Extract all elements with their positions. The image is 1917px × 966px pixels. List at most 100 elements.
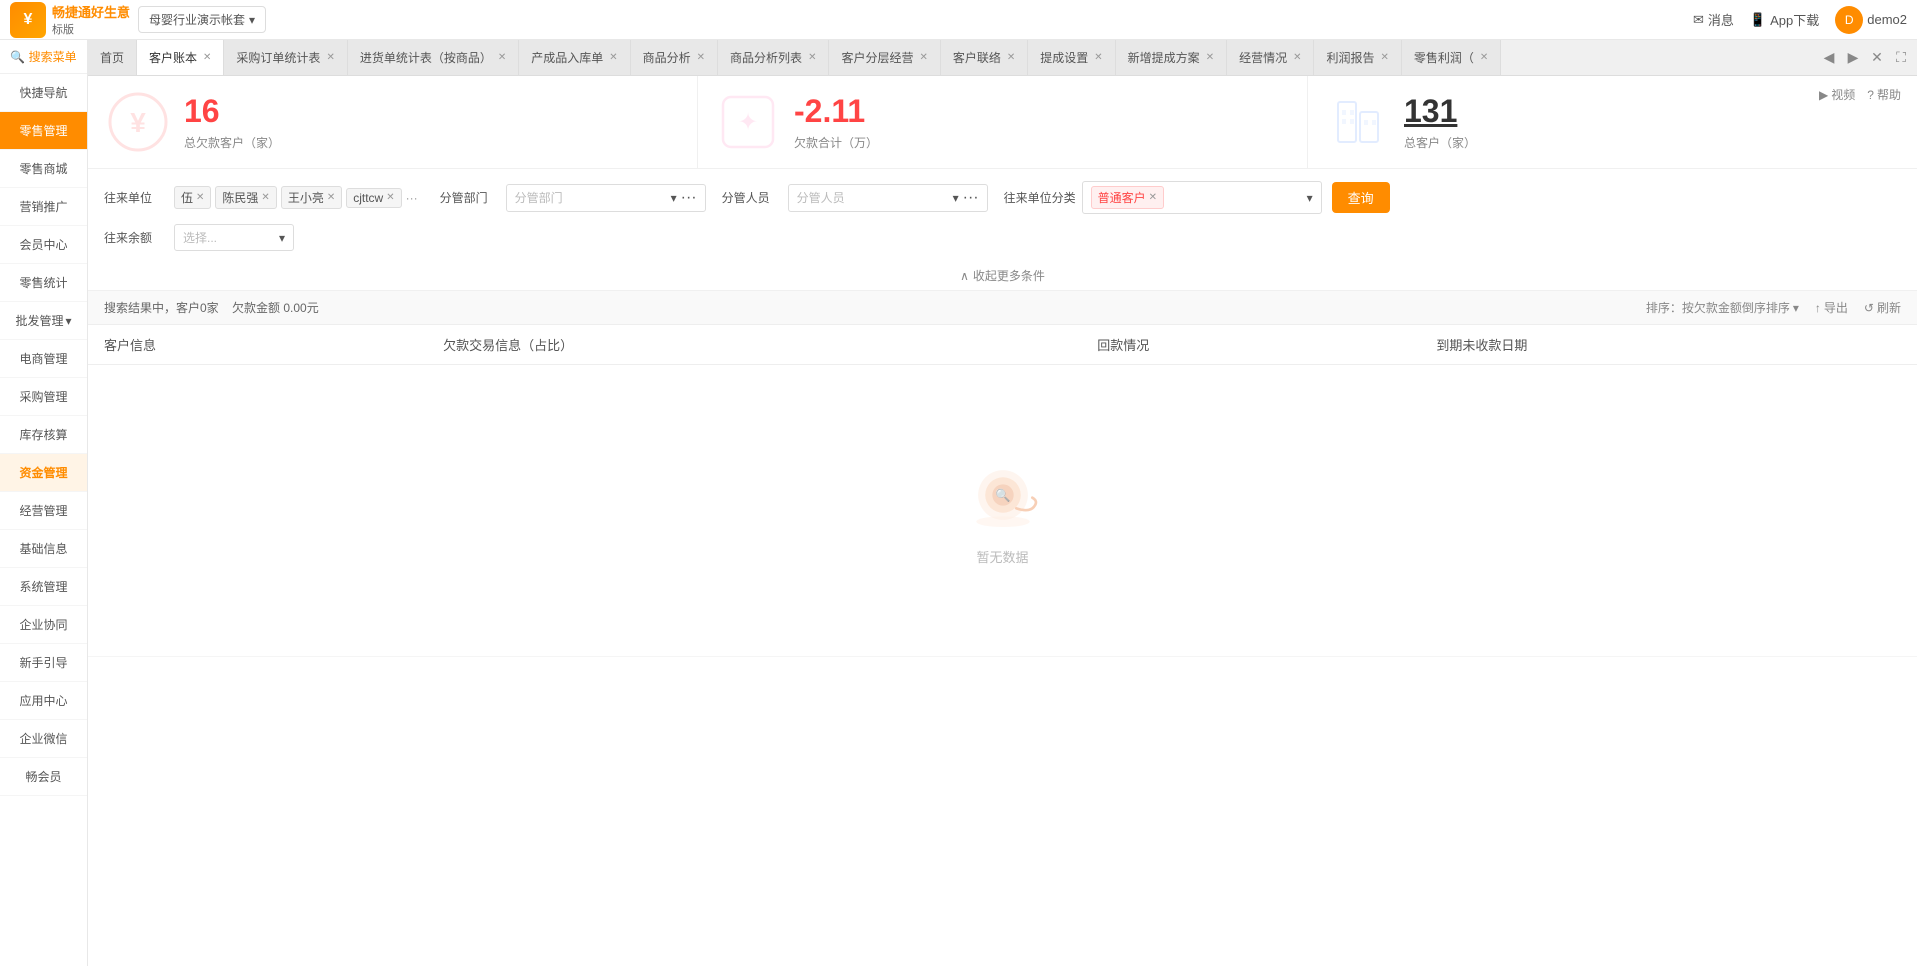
tab-close-icon[interactable]: ✕ [1381,52,1389,63]
empty-state: 🔍 暂无数据 [104,375,1901,646]
sort-label[interactable]: 排序：按欠款金额倒序排序 ▾ [1646,299,1799,316]
data-table: 客户信息 欠款交易信息（占比） 回款情况 到期未收款日期 [88,325,1917,657]
tag-close-chen[interactable]: ✕ [261,192,269,203]
tab-operations[interactable]: 经营情况 ✕ [1227,40,1314,75]
help-link[interactable]: ? 帮助 [1867,86,1901,103]
play-icon: ▶ [1819,88,1828,102]
video-link[interactable]: ▶ 视频 [1819,86,1855,103]
main-layout: 🔍 搜索菜单 快捷导航 零售管理 零售商城 营销推广 会员中心 零售统计 批发管… [0,40,1917,966]
tag-close-normal-customer[interactable]: ✕ [1149,192,1157,203]
tab-add-commission[interactable]: 新增提成方案 ✕ [1116,40,1227,75]
sidebar-item-marketing[interactable]: 营销推广 [0,188,87,226]
more-icon: ··· [681,189,697,207]
tab-close-icon[interactable]: ✕ [1206,52,1214,63]
sidebar-item-quick-nav[interactable]: 快捷导航 [0,74,87,112]
results-bar: 搜索结果中，客户0家 欠款金额 0.00元 排序：按欠款金额倒序排序 ▾ ↑ 导… [88,291,1917,325]
svg-text:¥: ¥ [130,107,146,138]
tab-close-icon[interactable]: ✕ [1094,52,1102,63]
sidebar-item-member-center[interactable]: 会员中心 [0,226,87,264]
tab-close-all-button[interactable]: ✕ [1867,48,1887,68]
tab-product-instock[interactable]: 产成品入库单 ✕ [519,40,630,75]
tab-commission-settings[interactable]: 提成设置 ✕ [1028,40,1115,75]
sidebar-item-ecommerce[interactable]: 电商管理 [0,340,87,378]
tab-bar: 首页 客户账本 ✕ 采购订单统计表 ✕ 进货单统计表（按商品） ✕ 产成品入库单… [88,40,1917,76]
tab-close-icon[interactable]: ✕ [326,52,334,63]
filter-select-person[interactable]: 分管人员 ▾ ··· [788,184,988,212]
sidebar-item-retail-mall[interactable]: 零售商城 [0,150,87,188]
filter-more-units[interactable]: ··· [406,191,418,205]
user-profile[interactable]: D demo2 [1835,6,1907,34]
tab-retail-profit[interactable]: 零售利润（ ✕ [1402,40,1501,75]
collapse-button[interactable]: ∧ 收起更多条件 [104,261,1901,290]
col-overdue-trade-info: 欠款交易信息（占比） [427,325,1081,365]
sidebar-item-finance-mgmt[interactable]: 资金管理 [0,454,87,492]
store-select[interactable]: 母婴行业演示帐套 ▾ [138,6,266,33]
sidebar-item-newbie-guide[interactable]: 新手引导 [0,644,87,682]
tab-close-icon[interactable]: ✕ [498,52,506,63]
sidebar-item-retail-stats[interactable]: 零售统计 [0,264,87,302]
app-download-button[interactable]: 📱 App下载 [1750,10,1819,29]
tab-goods-instock-stats[interactable]: 进货单统计表（按商品） ✕ [348,40,519,75]
svg-text:🔍: 🔍 [995,486,1011,502]
tab-close-icon[interactable]: ✕ [203,52,211,63]
tab-close-icon[interactable]: ✕ [808,52,816,63]
col-customer-info: 客户信息 [88,325,427,365]
filter-select-dept[interactable]: 分管部门 ▾ ··· [506,184,706,212]
stat-value-total-customers: 131 [1404,93,1476,130]
tab-close-icon[interactable]: ✕ [609,52,617,63]
filter-select-unit-class[interactable]: 普通客户 ✕ ▾ [1082,181,1322,214]
filter-area: 往来单位 伍 ✕ 陈民强 ✕ 王小亮 ✕ [88,169,1917,291]
tab-maximize-button[interactable]: ⛶ [1891,48,1911,68]
stat-values-total: 131 总客户（家） [1404,93,1476,151]
query-button[interactable]: 查询 [1332,182,1390,213]
tab-profit-report[interactable]: 利润报告 ✕ [1314,40,1401,75]
tab-scroll-right-button[interactable]: ▶ [1843,48,1863,68]
top-bar-right: ✉ 消息 📱 App下载 D demo2 [1693,6,1907,34]
phone-icon: 📱 [1750,12,1766,28]
svg-text:✦: ✦ [738,109,758,136]
chevron-down-icon: ▾ [65,314,71,328]
tab-customer-ledger[interactable]: 客户账本 ✕ [137,40,224,75]
tag-close-wang[interactable]: ✕ [327,192,335,203]
filter-row-2: 往来余额 选择... ▾ [104,224,1901,251]
tab-customer-contact[interactable]: 客户联络 ✕ [941,40,1028,75]
sidebar-item-basic-info[interactable]: 基础信息 [0,530,87,568]
stat-label-overdue-customers: 总欠款客户（家） [184,134,280,151]
tab-scroll-left-button[interactable]: ◀ [1819,48,1839,68]
tab-customer-tier-ops[interactable]: 客户分层经营 ✕ [829,40,940,75]
tag-close-wu[interactable]: ✕ [196,192,204,203]
sidebar-item-chang-member[interactable]: 畅会员 [0,758,87,796]
filter-label-unit: 往来单位 [104,189,164,206]
tab-home[interactable]: 首页 [88,40,137,75]
sidebar-item-retail-mgmt[interactable]: 零售管理 [0,112,87,150]
sidebar-search[interactable]: 🔍 搜索菜单 [0,40,87,74]
refresh-icon: ↺ [1864,301,1874,315]
filter-row-1: 往来单位 伍 ✕ 陈民强 ✕ 王小亮 ✕ [104,181,1901,214]
top-bar-left: ¥ 畅捷通好生意 标版 母婴行业演示帐套 ▾ [10,2,266,38]
tab-close-icon[interactable]: ✕ [697,52,705,63]
filter-tag-normal-customer: 普通客户 ✕ [1091,186,1164,209]
stat-label-overdue-amount: 欠款合计（万） [794,134,878,151]
filter-select-balance[interactable]: 选择... ▾ [174,224,294,251]
tab-goods-analysis-list[interactable]: 商品分析列表 ✕ [718,40,829,75]
tab-close-icon[interactable]: ✕ [1293,52,1301,63]
sidebar-item-system-mgmt[interactable]: 系统管理 [0,568,87,606]
sidebar-item-inventory[interactable]: 库存核算 [0,416,87,454]
message-button[interactable]: ✉ 消息 [1693,10,1734,29]
tag-close-cjttcw[interactable]: ✕ [386,192,394,203]
sidebar-item-enterprise-wechat[interactable]: 企业微信 [0,720,87,758]
export-button[interactable]: ↑ 导出 [1815,299,1848,316]
sidebar-item-enterprise-collab[interactable]: 企业协同 [0,606,87,644]
tab-close-icon[interactable]: ✕ [919,52,927,63]
sidebar-item-wholesale-mgmt[interactable]: 批发管理 ▾ [0,302,87,340]
tab-close-icon[interactable]: ✕ [1480,52,1488,63]
tab-close-icon[interactable]: ✕ [1007,52,1015,63]
sidebar-item-purchase-mgmt[interactable]: 采购管理 [0,378,87,416]
content-area: 首页 客户账本 ✕ 采购订单统计表 ✕ 进货单统计表（按商品） ✕ 产成品入库单… [88,40,1917,966]
tab-purchase-order-stats[interactable]: 采购订单统计表 ✕ [224,40,347,75]
tab-goods-analysis[interactable]: 商品分析 ✕ [631,40,718,75]
sidebar-item-operations-mgmt[interactable]: 经营管理 [0,492,87,530]
stats-row: ¥ 16 总欠款客户（家） ✦ [88,76,1917,169]
sidebar-item-app-center[interactable]: 应用中心 [0,682,87,720]
refresh-button[interactable]: ↺ 刷新 [1864,299,1901,316]
